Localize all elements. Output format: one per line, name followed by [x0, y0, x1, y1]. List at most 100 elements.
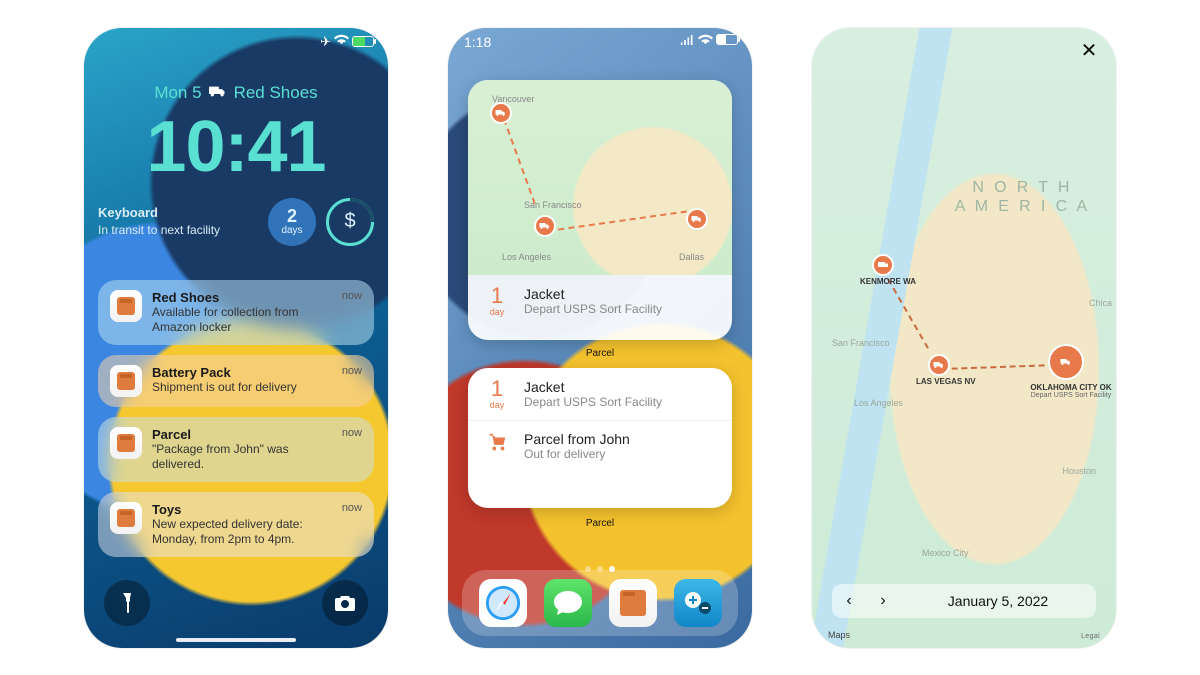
notification[interactable]: Parcel "Package from John" was delivered… — [98, 417, 374, 482]
notification[interactable]: Red Shoes Available for collection from … — [98, 280, 374, 345]
map-city-label: San Francisco — [832, 338, 890, 348]
date-navigator: ‹ › January 5, 2022 — [832, 584, 1096, 618]
close-button[interactable]: ✕ — [1076, 38, 1102, 64]
widget-title: Jacket — [524, 286, 662, 302]
parcel-app-icon — [110, 365, 142, 397]
notification-title: Toys — [152, 502, 332, 517]
status-time: 1:18 — [464, 34, 491, 50]
parcel-map-widget[interactable]: Vancouver San Francisco Los Angeles Dall… — [468, 80, 732, 340]
days-num: 1 — [482, 378, 512, 400]
dollar-widget[interactable]: $ — [326, 198, 374, 246]
map-pin — [490, 102, 512, 124]
home-screen-phone: 1:18 Vancouver San Francisco Los Angeles… — [448, 28, 752, 648]
notification-stack: Red Shoes Available for collection from … — [98, 280, 374, 557]
days-widget[interactable]: 2 days — [268, 198, 316, 246]
notification-time: now — [342, 365, 362, 397]
home-indicator[interactable] — [176, 638, 296, 642]
notification-message: Available for collection from Amazon loc… — [152, 305, 332, 335]
camera-button[interactable] — [322, 580, 368, 626]
map-city-label: Los Angeles — [854, 398, 903, 408]
lockscreen-widget-title: Red Shoes — [234, 83, 318, 103]
notification[interactable]: Toys New expected delivery date: Monday,… — [98, 492, 374, 557]
lockscreen-widgets: Keyboard In transit to next facility 2 d… — [98, 198, 374, 246]
map-city-label: Houston — [1062, 466, 1096, 476]
truck-icon — [208, 83, 228, 103]
lockscreen-date-row: Mon 5 Red Shoes — [84, 83, 388, 103]
widget-title: Jacket — [524, 379, 662, 395]
status-bar-right — [680, 34, 738, 46]
parcel-app-icon — [110, 502, 142, 534]
pin-sublabel: Depart USPS Sort Facility — [1026, 392, 1116, 400]
parcel-list-widget[interactable]: 1 day Jacket Depart USPS Sort Facility P… — [468, 368, 732, 508]
notification-message: "Package from John" was delivered. — [152, 442, 332, 472]
map-city-label: Los Angeles — [502, 252, 551, 262]
status-bar-right: ✈︎ — [320, 34, 374, 50]
widget-sub: Depart USPS Sort Facility — [524, 395, 662, 409]
map-city-label: Chica — [1089, 298, 1112, 308]
dollar-widget-symbol: $ — [344, 210, 355, 233]
wifi-icon — [334, 34, 349, 49]
map-pin-vegas[interactable] — [928, 354, 950, 376]
widget-sub: Out for delivery — [524, 447, 630, 461]
notification-time: now — [342, 502, 362, 547]
maps-attribution: Maps — [828, 630, 850, 640]
parcel-app-icon — [110, 427, 142, 459]
flashlight-button[interactable] — [104, 580, 150, 626]
widget-row: Parcel from John Out for delivery — [468, 420, 732, 471]
widget-map: Vancouver San Francisco Los Angeles Dall… — [468, 80, 732, 275]
map-pin-okc[interactable] — [1048, 344, 1084, 380]
notification-time: now — [342, 290, 362, 335]
wifi-icon — [698, 34, 713, 46]
messages-app-icon[interactable] — [544, 579, 592, 627]
plus-minus-app-icon[interactable] — [674, 579, 722, 627]
parcel-app-icon — [110, 290, 142, 322]
days-widget-unit: days — [281, 225, 302, 236]
widget-row: 1 day Jacket Depart USPS Sort Facility — [468, 368, 732, 420]
keyboard-widget[interactable]: Keyboard In transit to next facility — [98, 205, 258, 237]
map-pin — [534, 215, 556, 237]
cart-icon — [482, 432, 512, 459]
days-unit: day — [482, 400, 512, 410]
map-pin — [686, 208, 708, 230]
notification-message: Shipment is out for delivery — [152, 380, 332, 395]
widget-title: Parcel from John — [524, 431, 630, 447]
widget-caption: Parcel — [448, 518, 752, 529]
widget-caption: Parcel — [448, 348, 752, 359]
date-label: January 5, 2022 — [900, 593, 1096, 609]
cellular-icon — [680, 34, 695, 46]
map-detail-phone: ✕ N O R T HA M E R I C A San Francisco L… — [812, 28, 1116, 648]
notification[interactable]: Battery Pack Shipment is out for deliver… — [98, 355, 374, 407]
next-day-button[interactable]: › — [866, 592, 900, 610]
widget-row: 1 day Jacket Depart USPS Sort Facility — [468, 275, 732, 327]
map-city-label: Mexico City — [922, 548, 969, 558]
lockscreen-time: 10:41 — [84, 106, 388, 188]
pin-label: LAS VEGAS NV — [916, 378, 976, 387]
notification-title: Red Shoes — [152, 290, 332, 305]
notification-title: Battery Pack — [152, 365, 332, 380]
legal-link[interactable]: Legal — [1081, 633, 1100, 640]
prev-day-button[interactable]: ‹ — [832, 592, 866, 610]
days-num: 1 — [482, 285, 512, 307]
pin-label: KENMORE WA — [860, 278, 916, 287]
parcel-app-icon[interactable] — [609, 579, 657, 627]
battery-icon — [352, 36, 374, 47]
continent-label: N O R T HA M E R I C A — [955, 178, 1090, 216]
notification-time: now — [342, 427, 362, 472]
lock-screen-phone: ✈︎ Mon 5 Red Shoes 10:41 Keyboard In tra… — [84, 28, 388, 648]
days-unit: day — [482, 307, 512, 317]
map-canvas[interactable]: ✕ N O R T HA M E R I C A San Francisco L… — [812, 28, 1116, 648]
map-pin-kenmore[interactable] — [872, 254, 894, 276]
days-widget-num: 2 — [287, 207, 297, 225]
keyboard-widget-sub: In transit to next facility — [98, 223, 220, 237]
lockscreen-date: Mon 5 — [154, 83, 201, 103]
airplane-icon: ✈︎ — [320, 34, 331, 50]
notification-message: New expected delivery date: Monday, from… — [152, 517, 332, 547]
map-city-label: Dallas — [679, 252, 704, 262]
pin-label: OKLAHOMA CITY OK Depart USPS Sort Facili… — [1026, 384, 1116, 400]
safari-app-icon[interactable] — [479, 579, 527, 627]
keyboard-widget-title: Keyboard — [98, 205, 258, 221]
dock — [462, 570, 738, 636]
notification-title: Parcel — [152, 427, 332, 442]
widget-sub: Depart USPS Sort Facility — [524, 302, 662, 316]
battery-icon — [716, 34, 738, 45]
